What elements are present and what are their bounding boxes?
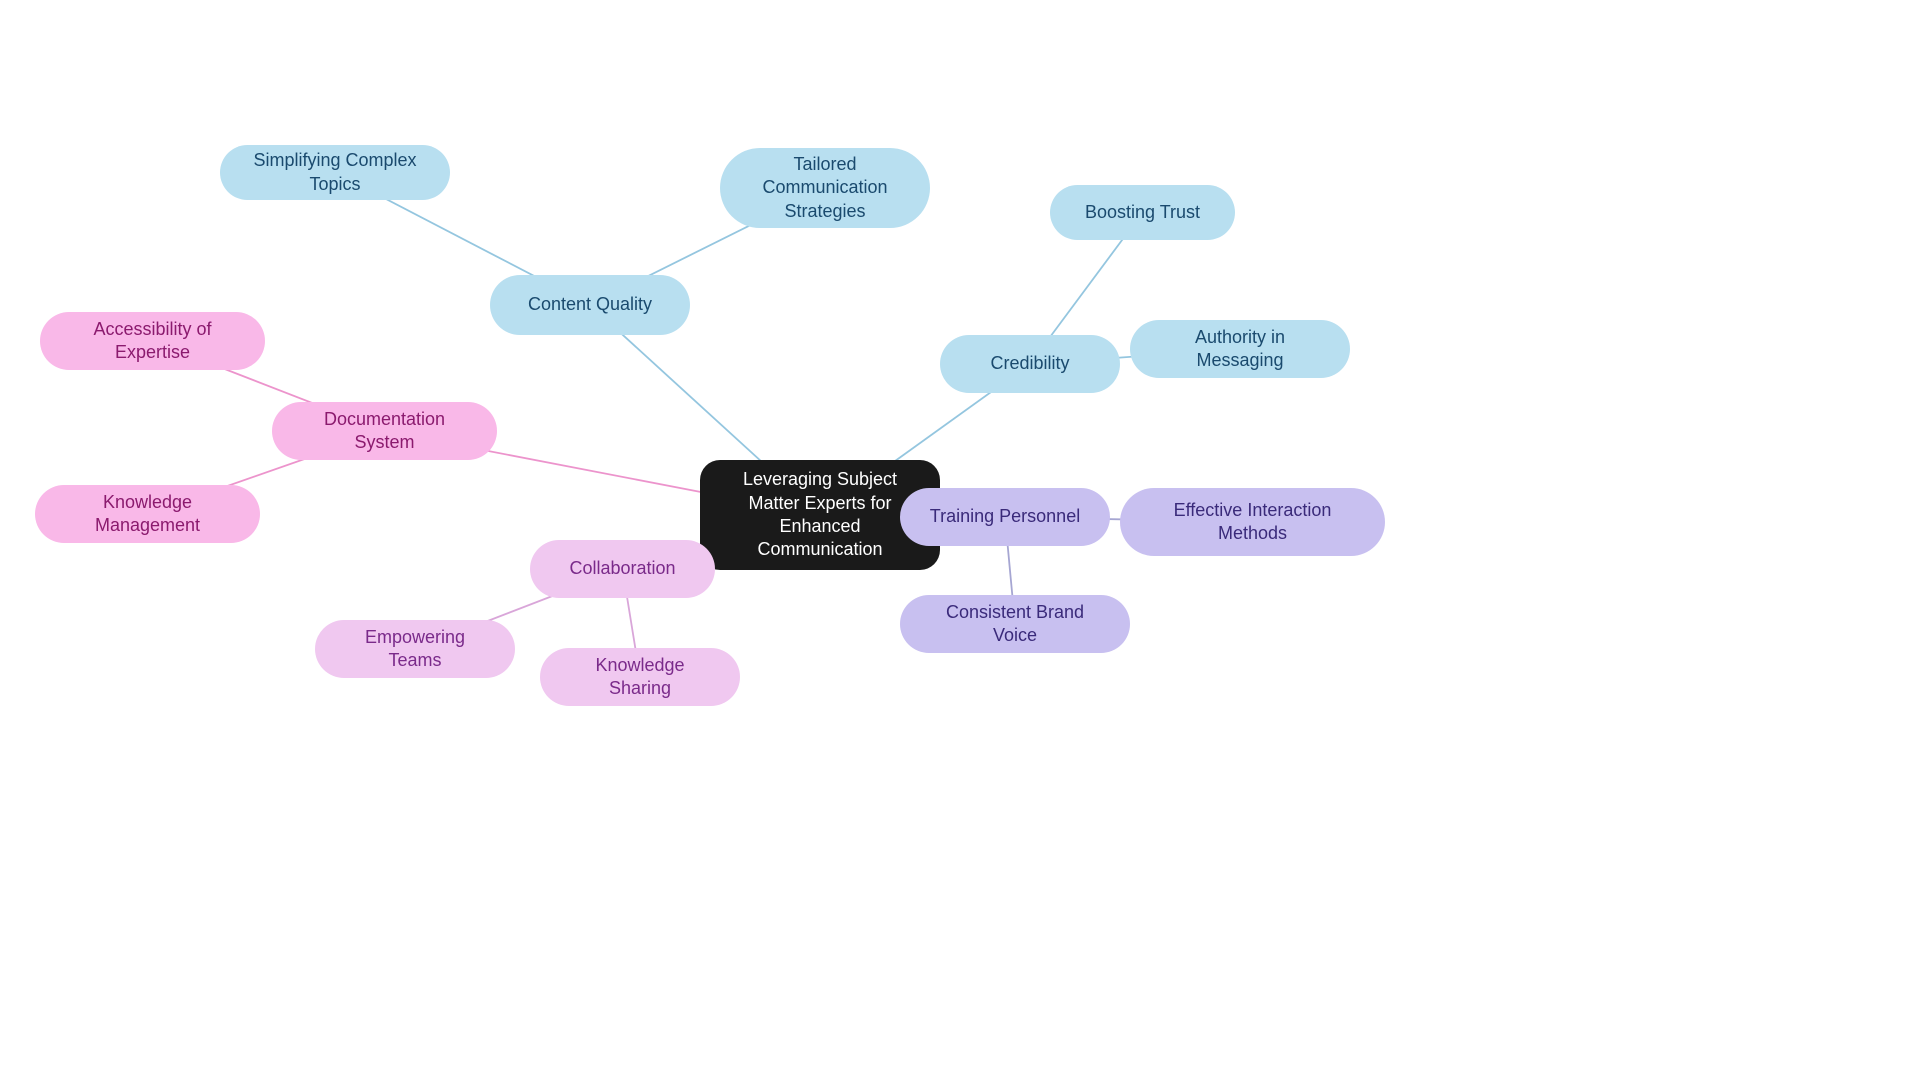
- credibility-label: Credibility: [990, 352, 1069, 375]
- training-personnel-node: Training Personnel: [900, 488, 1110, 546]
- collaboration-label: Collaboration: [569, 557, 675, 580]
- content-quality-label: Content Quality: [528, 293, 652, 316]
- collaboration-node: Collaboration: [530, 540, 715, 598]
- content-quality-node: Content Quality: [490, 275, 690, 335]
- boosting-trust-label: Boosting Trust: [1085, 201, 1200, 224]
- empowering-teams-label: Empowering Teams: [337, 626, 493, 673]
- knowledge-mgmt-label: Knowledge Management: [57, 491, 238, 538]
- consistent-brand-label: Consistent Brand Voice: [922, 601, 1108, 648]
- knowledge-sharing-node: Knowledge Sharing: [540, 648, 740, 706]
- accessibility-label: Accessibility of Expertise: [62, 318, 243, 365]
- consistent-brand-node: Consistent Brand Voice: [900, 595, 1130, 653]
- tailored-comm-label: Tailored Communication Strategies: [742, 153, 908, 223]
- authority-label: Authority in Messaging: [1152, 326, 1328, 373]
- effective-interaction-label: Effective Interaction Methods: [1142, 499, 1363, 546]
- effective-interaction-node: Effective Interaction Methods: [1120, 488, 1385, 556]
- knowledge-sharing-label: Knowledge Sharing: [562, 654, 718, 701]
- doc-system-label: Documentation System: [294, 408, 475, 455]
- boosting-trust-node: Boosting Trust: [1050, 185, 1235, 240]
- simplifying-label: Simplifying Complex Topics: [242, 149, 428, 196]
- tailored-comm-node: Tailored Communication Strategies: [720, 148, 930, 228]
- mind-map: Leveraging Subject Matter Experts for En…: [0, 0, 1920, 1083]
- authority-node: Authority in Messaging: [1130, 320, 1350, 378]
- simplifying-node: Simplifying Complex Topics: [220, 145, 450, 200]
- doc-system-node: Documentation System: [272, 402, 497, 460]
- knowledge-mgmt-node: Knowledge Management: [35, 485, 260, 543]
- center-node-label: Leveraging Subject Matter Experts for En…: [720, 468, 920, 562]
- credibility-node: Credibility: [940, 335, 1120, 393]
- training-personnel-label: Training Personnel: [930, 505, 1080, 528]
- empowering-teams-node: Empowering Teams: [315, 620, 515, 678]
- accessibility-node: Accessibility of Expertise: [40, 312, 265, 370]
